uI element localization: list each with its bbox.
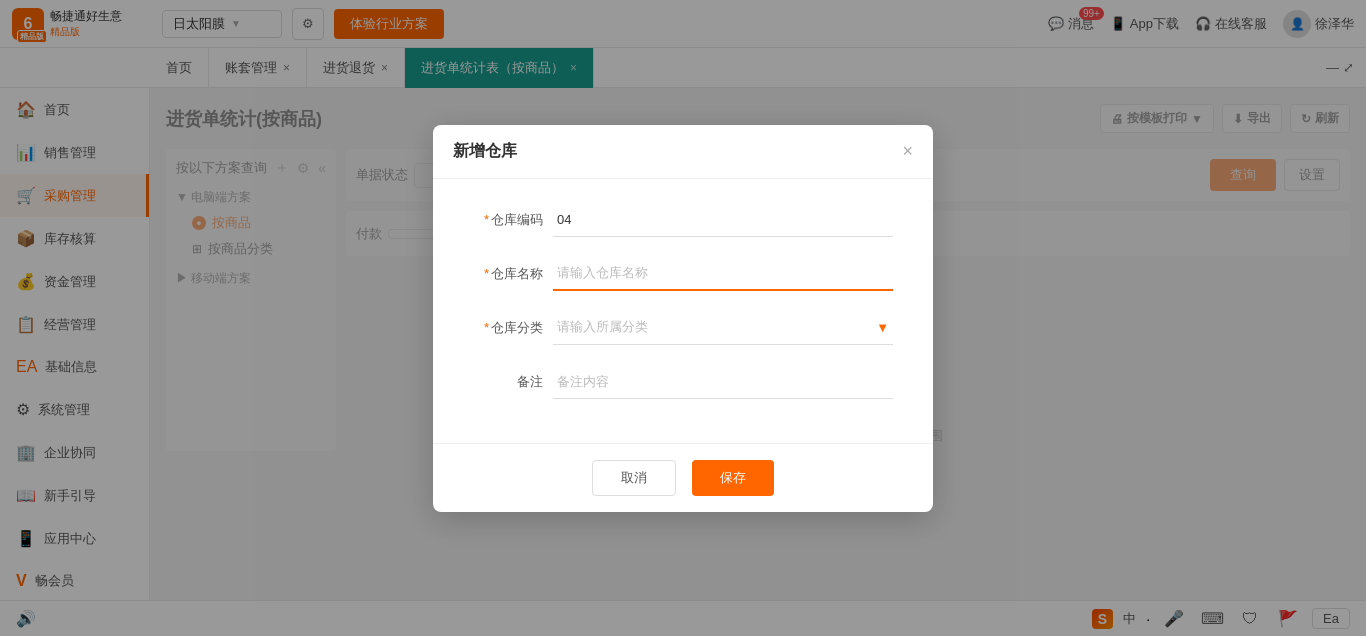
category-label: *仓库分类	[473, 319, 553, 337]
dialog-header: 新增仓库 ×	[433, 125, 933, 179]
form-row-remark: 备注	[473, 365, 893, 399]
modal-overlay: 新增仓库 × *仓库编码 *仓库名称 *仓库分类	[0, 0, 1366, 636]
dialog-close-button[interactable]: ×	[902, 141, 913, 162]
form-row-name: *仓库名称	[473, 257, 893, 291]
dialog-body: *仓库编码 *仓库名称 *仓库分类 请输入所属分类 ▼	[433, 179, 933, 443]
remark-input[interactable]	[553, 365, 893, 399]
category-select[interactable]: 请输入所属分类 ▼	[553, 311, 893, 345]
dialog-footer: 取消 保存	[433, 443, 933, 512]
new-warehouse-dialog: 新增仓库 × *仓库编码 *仓库名称 *仓库分类	[433, 125, 933, 512]
chevron-down-icon: ▼	[876, 320, 889, 335]
code-label: *仓库编码	[473, 211, 553, 229]
remark-label: 备注	[473, 373, 553, 391]
code-input[interactable]	[553, 203, 893, 237]
form-row-code: *仓库编码	[473, 203, 893, 237]
save-button[interactable]: 保存	[692, 460, 774, 496]
cancel-button[interactable]: 取消	[592, 460, 676, 496]
dialog-title: 新增仓库	[453, 141, 517, 162]
name-label: *仓库名称	[473, 265, 553, 283]
name-input[interactable]	[553, 257, 893, 291]
form-row-category: *仓库分类 请输入所属分类 ▼	[473, 311, 893, 345]
